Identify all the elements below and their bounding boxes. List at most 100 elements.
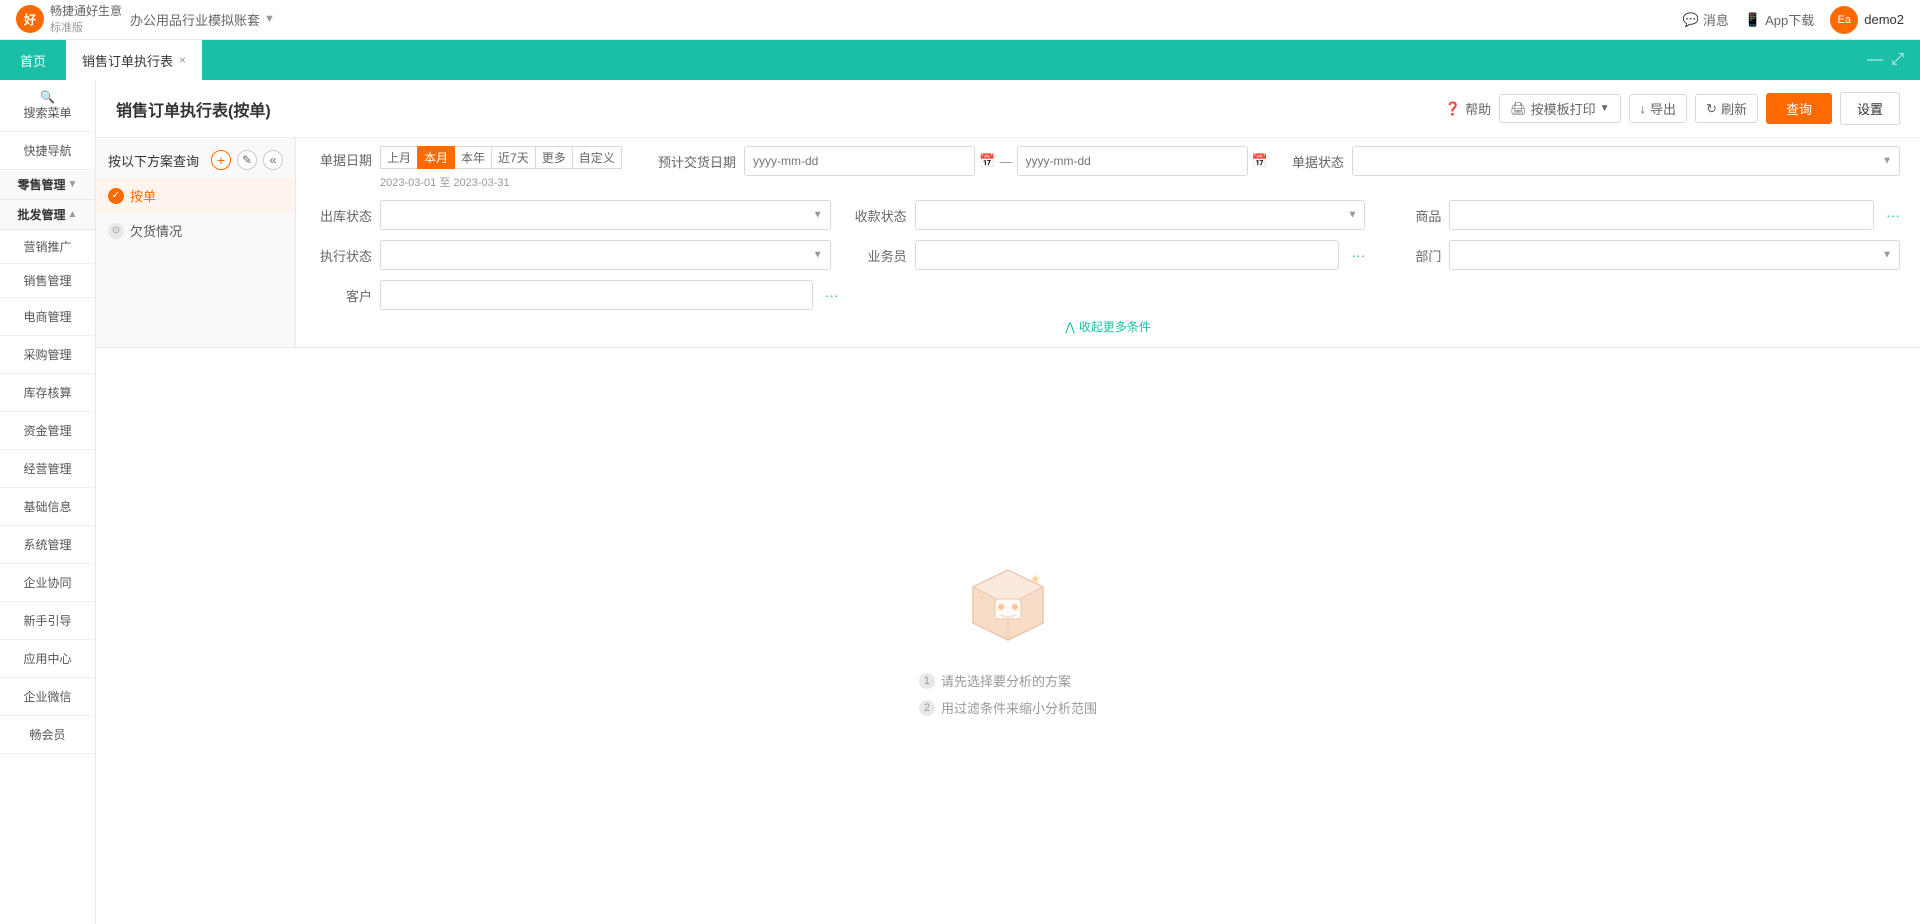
refresh-label: 刷新 — [1721, 99, 1747, 118]
sidebar-item-new-user[interactable]: 新手引导 — [0, 602, 95, 640]
vip-label: 畅会员 — [29, 728, 65, 742]
sales-label: 销售管理 — [23, 274, 71, 288]
collapse-up-icon: ⋀ — [1065, 320, 1075, 334]
sidebar-item-purchase[interactable]: 采购管理 — [0, 336, 95, 374]
query-button[interactable]: 查询 — [1766, 93, 1832, 124]
filter-out-status-group: 出库状态 ▼ — [316, 200, 831, 230]
svg-text:✦: ✦ — [978, 593, 985, 602]
sidebar-item-search[interactable]: 🔍 搜索菜单 — [0, 80, 95, 132]
help-button[interactable]: ❓ 帮助 — [1445, 99, 1491, 118]
doc-status-select[interactable] — [1352, 146, 1900, 176]
empty-tip-1: 1 请先选择要分析的方案 — [919, 671, 1097, 690]
print-button[interactable]: 🖨 按模板打印 ▼ — [1499, 94, 1620, 123]
empty-text: 1 请先选择要分析的方案 2 用过滤条件来缩小分析范围 — [919, 671, 1097, 717]
exec-status-select-wrapper: ▼ — [380, 240, 831, 270]
date-tab-last-month[interactable]: 上月 — [380, 146, 418, 169]
goods-input[interactable] — [1449, 200, 1874, 230]
customer-more-icon[interactable]: ··· — [825, 287, 839, 303]
filter-receipt-status-group: 收款状态 ▼ — [851, 200, 1366, 230]
date-separator: — — [1000, 154, 1013, 169]
avatar: Ea — [1830, 6, 1858, 34]
date-tab-this-year[interactable]: 本年 — [454, 146, 492, 169]
filter-date-range: 📅 — 📅 — [744, 146, 1268, 176]
data-area: ★ ✦ 1 请先选择要分析的方案 2 — [96, 348, 1920, 924]
tab-bar: 首页 销售订单执行表 × — ⤢ — [0, 40, 1920, 80]
system-label: 系统管理 — [23, 538, 71, 552]
calendar-start-icon[interactable]: 📅 — [979, 153, 995, 169]
sidebar-item-corp-wechat[interactable]: 企业微信 — [0, 678, 95, 716]
scheme-edit-button[interactable]: ✎ — [237, 150, 257, 170]
tip-num-1: 1 — [919, 673, 935, 689]
date-tab-7days[interactable]: 近7天 — [491, 146, 536, 169]
tab-close-icon[interactable]: × — [179, 53, 186, 67]
filter-dept-group: 部门 ▼ — [1385, 240, 1900, 270]
refresh-icon: ↻ — [1706, 101, 1717, 117]
message-button[interactable]: 💬 消息 — [1683, 10, 1729, 29]
sidebar-item-app-center[interactable]: 应用中心 — [0, 640, 95, 678]
exec-status-select[interactable] — [380, 240, 831, 270]
action-bar: ❓ 帮助 🖨 按模板打印 ▼ ↓ 导出 ↻ 刷新 查询 设置 — [1445, 92, 1900, 125]
salesman-label: 业务员 — [851, 246, 907, 265]
collapse-label: 收起更多条件 — [1079, 318, 1151, 335]
date-tab-this-month[interactable]: 本月 — [417, 146, 455, 169]
sidebar-item-enterprise[interactable]: 企业协同 — [0, 564, 95, 602]
print-arrow-icon: ▼ — [1600, 103, 1610, 114]
out-status-select[interactable] — [380, 200, 831, 230]
salesman-more-icon[interactable]: ··· — [1351, 247, 1365, 263]
tab-sales-order-exec[interactable]: 销售订单执行表 × — [66, 40, 202, 80]
tip-text-1: 请先选择要分析的方案 — [941, 671, 1071, 690]
breadcrumb: 办公用品行业模拟账套 ▼ — [130, 10, 275, 29]
customer-input[interactable] — [380, 280, 813, 310]
date-tab-more[interactable]: 更多 — [535, 146, 573, 169]
scheme-add-button[interactable]: + — [211, 150, 231, 170]
expected-date-start-input[interactable] — [744, 146, 975, 176]
sidebar-item-system[interactable]: 系统管理 — [0, 526, 95, 564]
sidebar-item-operations[interactable]: 经营管理 — [0, 450, 95, 488]
expected-date-label: 预计交货日期 — [656, 152, 736, 171]
collapse-more-button[interactable]: ⋀ 收起更多条件 — [316, 314, 1900, 339]
filter-row-1: 单据日期 上月 本月 本年 近7天 更多 自定义 2023-03-01 至 20… — [316, 146, 1900, 190]
app-center-label: 应用中心 — [23, 652, 71, 666]
date-tab-custom[interactable]: 自定义 — [572, 146, 622, 169]
scheme-header: 按以下方案查询 + ✎ « — [96, 146, 295, 174]
scheme-item-shortage[interactable]: ⊙ 欠货情况 — [96, 213, 295, 248]
sidebar-item-basic[interactable]: 基础信息 — [0, 488, 95, 526]
tab-maximize-icon[interactable]: ⤢ — [1891, 51, 1904, 69]
empty-state: ★ ✦ 1 请先选择要分析的方案 2 — [919, 555, 1097, 717]
calendar-end-icon[interactable]: 📅 — [1252, 153, 1268, 169]
scheme-item-icon-order: ✓ — [108, 188, 124, 204]
sidebar-item-wholesale[interactable]: 批发管理 ▲ — [0, 200, 95, 230]
goods-more-icon[interactable]: ··· — [1886, 207, 1900, 223]
receipt-status-select[interactable] — [915, 200, 1366, 230]
breadcrumb-arrow-icon[interactable]: ▼ — [264, 13, 275, 25]
filter-row-4: 客户 ··· — [316, 280, 1900, 310]
export-button[interactable]: ↓ 导出 — [1629, 94, 1688, 123]
sidebar-item-marketing[interactable]: 营销推广 — [0, 230, 95, 264]
tab-minimize-icon[interactable]: — — [1867, 51, 1883, 69]
sidebar-item-inventory[interactable]: 库存核算 — [0, 374, 95, 412]
scheme-collapse-button[interactable]: « — [263, 150, 283, 170]
scheme-item-label-order: 按单 — [130, 186, 156, 205]
sidebar-item-vip[interactable]: 畅会员 — [0, 716, 95, 754]
refresh-button[interactable]: ↻ 刷新 — [1695, 94, 1758, 123]
sidebar-item-ecommerce[interactable]: 电商管理 — [0, 298, 95, 336]
filter-customer-group: 客户 ··· — [316, 280, 839, 310]
sidebar-item-finance[interactable]: 资金管理 — [0, 412, 95, 450]
export-label: 导出 — [1650, 99, 1676, 118]
avatar-text: Ea — [1838, 14, 1851, 26]
expected-date-end-input[interactable] — [1017, 146, 1248, 176]
salesman-input[interactable] — [915, 240, 1340, 270]
sidebar-item-retail[interactable]: 零售管理 ▼ — [0, 170, 95, 200]
tab-home[interactable]: 首页 — [0, 40, 66, 80]
scheme-item-by-order[interactable]: ✓ 按单 — [96, 178, 295, 213]
doc-status-label: 单据状态 — [1288, 152, 1344, 171]
dept-select[interactable] — [1449, 240, 1900, 270]
new-user-label: 新手引导 — [23, 614, 71, 628]
user-area[interactable]: Ea demo2 — [1830, 6, 1904, 34]
app-label: App下载 — [1765, 10, 1814, 29]
sidebar-item-quick-nav[interactable]: 快捷导航 — [0, 132, 95, 170]
sidebar-item-sales[interactable]: 销售管理 — [0, 264, 95, 298]
settings-button[interactable]: 设置 — [1840, 92, 1900, 125]
app-download-button[interactable]: 📱 App下载 — [1745, 10, 1814, 29]
print-label: 按模板打印 — [1531, 99, 1596, 118]
